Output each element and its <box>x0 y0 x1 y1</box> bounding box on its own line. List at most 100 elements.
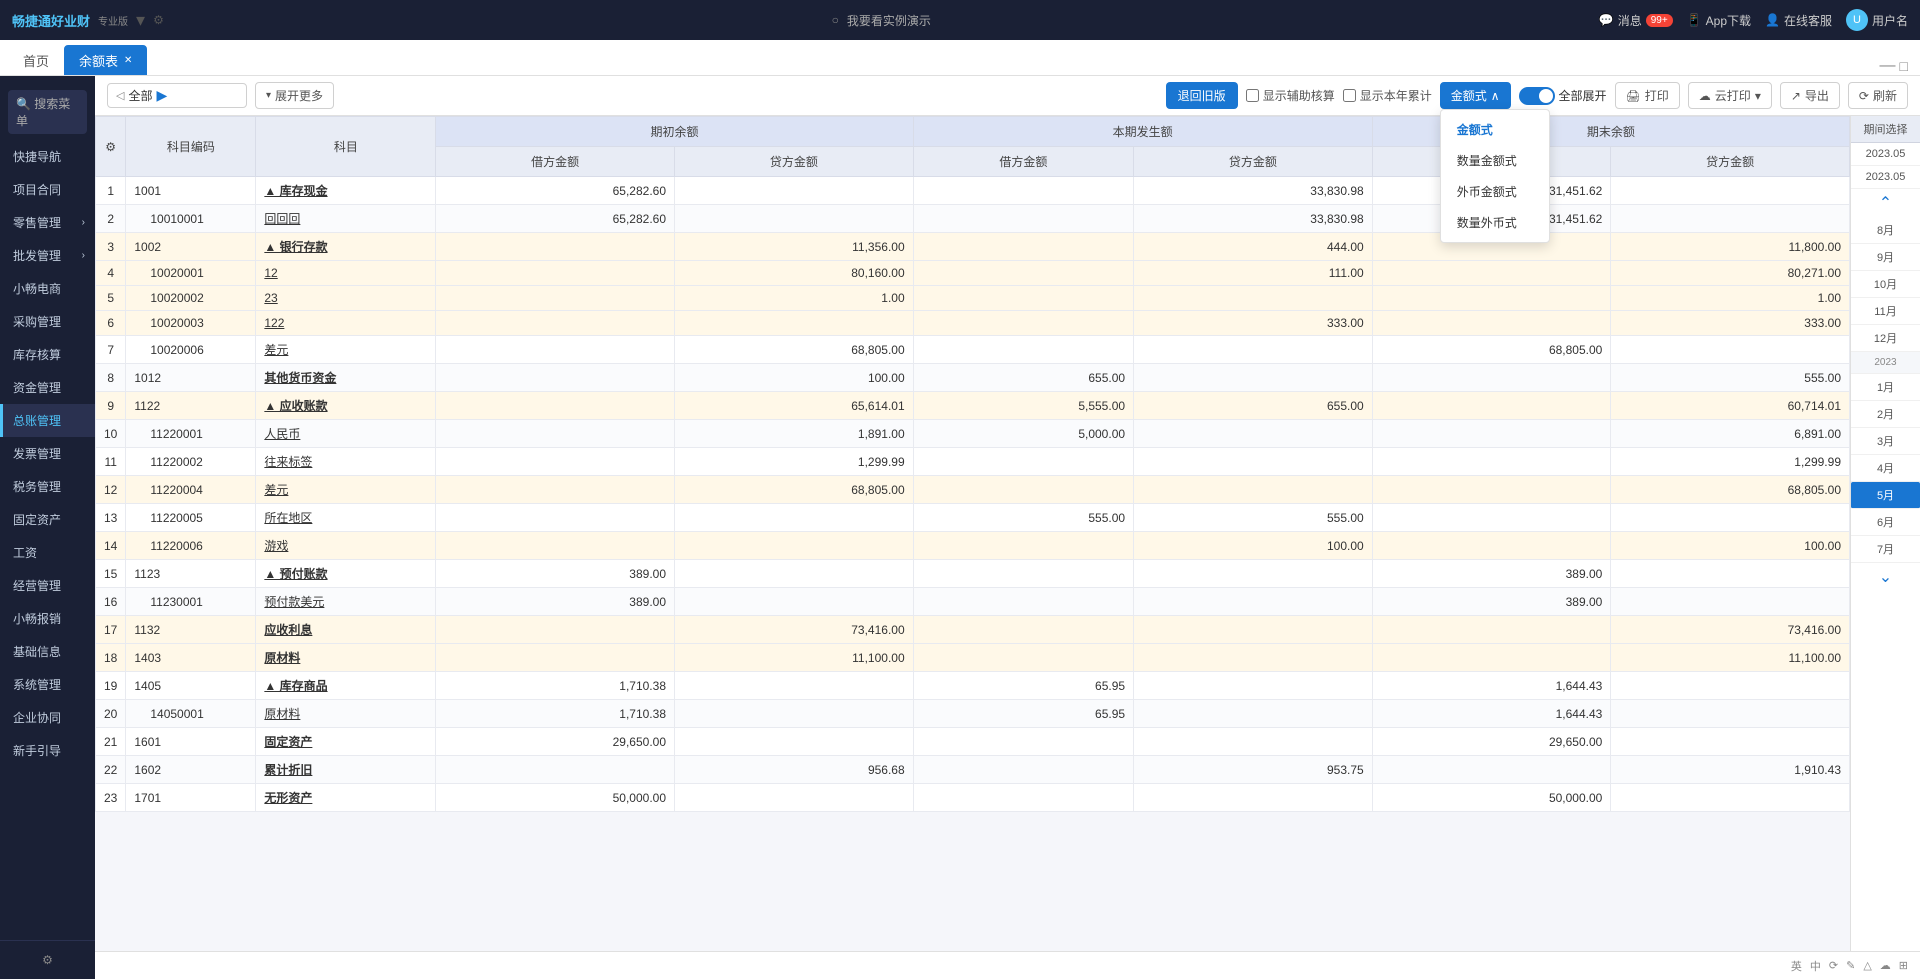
sidebar-item-operations[interactable]: 经营管理 <box>0 569 95 602</box>
row-opening-debit <box>436 504 675 532</box>
user-avatar-btn[interactable]: U 用户名 <box>1846 9 1908 31</box>
sidebar-item-wholesale[interactable]: 批发管理 › <box>0 239 95 272</box>
period-item-9[interactable]: 9月 <box>1851 244 1920 271</box>
status-triangle-icon[interactable]: △ <box>1863 959 1871 972</box>
period-item-2023-05-b[interactable]: 2023.05 <box>1851 166 1920 189</box>
period-item-11[interactable]: 11月 <box>1851 298 1920 325</box>
sidebar-item-xiaochang-ecom[interactable]: 小畅电商 <box>0 272 95 305</box>
expand-more-btn[interactable]: ▾ 展开更多 <box>255 82 334 109</box>
row-closing-debit <box>1372 392 1611 420</box>
search-menu[interactable]: 🔍 搜索菜单 <box>8 90 87 134</box>
sidebar-item-purchase[interactable]: 采购管理 <box>0 305 95 338</box>
status-refresh-icon[interactable]: ⟳ <box>1829 959 1838 972</box>
chevron-down-icon[interactable]: ▾ <box>136 10 145 31</box>
window-minimize-icon[interactable]: — <box>1880 57 1896 75</box>
cloud-print-btn[interactable]: ☁ 云打印 ▾ <box>1688 82 1772 109</box>
app-download-btn[interactable]: 📱 App下载 <box>1687 12 1751 29</box>
row-name[interactable]: 其他货币资金 <box>256 364 436 392</box>
period-item-8[interactable]: 8月 <box>1851 217 1920 244</box>
sidebar-item-quick-nav[interactable]: 快捷导航 <box>0 140 95 173</box>
expand-down-icon[interactable]: ⌄ <box>1851 563 1920 591</box>
auxiliary-checkbox-input[interactable] <box>1246 89 1259 102</box>
row-name[interactable]: ▲ 应收账款 <box>256 392 436 420</box>
status-grid-icon[interactable]: ⊞ <box>1899 959 1908 972</box>
amount-mode-btn[interactable]: 金额式 ∧ <box>1440 82 1511 109</box>
dropdown-item-shuliang-jine[interactable]: 数量金额式 <box>1441 145 1549 176</box>
window-maximize-icon[interactable]: □ <box>1900 58 1908 74</box>
current-debit-header: 借方金额 <box>913 147 1133 177</box>
tab-home[interactable]: 首页 <box>8 45 64 75</box>
sidebar-item-xiaochang-sales[interactable]: 小畅报销 <box>0 602 95 635</box>
row-name[interactable]: 无形资产 <box>256 784 436 812</box>
search-right-icon[interactable]: ▶ <box>156 87 167 104</box>
tab-home-label: 首页 <box>23 51 49 70</box>
sidebar-item-label: 税务管理 <box>13 478 61 495</box>
row-name[interactable]: 固定资产 <box>256 728 436 756</box>
export-btn[interactable]: ↗ 导出 <box>1780 82 1840 109</box>
sidebar-item-wages[interactable]: 工资 <box>0 536 95 569</box>
sidebar-item-tax[interactable]: 税务管理 <box>0 470 95 503</box>
sidebar-item-retail[interactable]: 零售管理 › <box>0 206 95 239</box>
row-name[interactable]: ▲ 库存商品 <box>256 672 436 700</box>
period-item-5[interactable]: 5月 <box>1851 482 1920 509</box>
refresh-btn[interactable]: ⟳ 刷新 <box>1848 82 1908 109</box>
year-total-checkbox-input[interactable] <box>1343 89 1356 102</box>
expand-up-icon[interactable]: ⌃ <box>1851 189 1920 217</box>
period-item-3[interactable]: 3月 <box>1851 428 1920 455</box>
demo-link[interactable]: 我要看实例演示 <box>847 12 931 29</box>
sidebar-item-basic-info[interactable]: 基础信息 <box>0 635 95 668</box>
row-name[interactable]: ▲ 银行存款 <box>256 233 436 261</box>
online-service-btn[interactable]: 👤 在线客服 <box>1765 12 1832 29</box>
status-cloud-icon[interactable]: ☁ <box>1880 959 1891 972</box>
period-item-6[interactable]: 6月 <box>1851 509 1920 536</box>
messages-btn[interactable]: 💬 消息 99+ <box>1599 12 1673 29</box>
dropdown-item-shuliang-waihui[interactable]: 数量外币式 <box>1441 207 1549 238</box>
period-item-1[interactable]: 1月 <box>1851 374 1920 401</box>
expand-all-toggle[interactable]: 全部展开 <box>1519 87 1607 105</box>
tab-close-icon[interactable]: ✕ <box>124 55 132 66</box>
row-name[interactable]: ▲ 预付账款 <box>256 560 436 588</box>
status-edit-icon[interactable]: ✎ <box>1846 959 1855 972</box>
sidebar-item-invoice[interactable]: 发票管理 <box>0 437 95 470</box>
sidebar-item-project-contract[interactable]: 项目合同 <box>0 173 95 206</box>
sidebar-item-capital[interactable]: 资金管理 <box>0 371 95 404</box>
row-opening-credit: 11,356.00 <box>675 233 914 261</box>
settings-icon[interactable]: ⚙ <box>153 13 164 27</box>
status-en-icon[interactable]: 英 <box>1791 958 1802 974</box>
show-auxiliary-checkbox[interactable]: 显示辅助核算 <box>1246 87 1335 104</box>
sidebar-item-enterprise[interactable]: 企业协同 <box>0 701 95 734</box>
table-settings-header[interactable]: ⚙ <box>96 117 126 177</box>
row-number: 11 <box>96 448 126 476</box>
row-name[interactable]: ▲ 库存现金 <box>256 177 436 205</box>
row-name[interactable]: 应收利息 <box>256 616 436 644</box>
status-cn-icon[interactable]: 中 <box>1810 958 1821 974</box>
period-item-4[interactable]: 4月 <box>1851 455 1920 482</box>
row-current-credit <box>1134 448 1373 476</box>
account-search[interactable]: ◁ 全部 ▶ <box>107 83 247 108</box>
sidebar-item-system[interactable]: 系统管理 <box>0 668 95 701</box>
period-item-12[interactable]: 12月 <box>1851 325 1920 352</box>
sidebar-settings-btn[interactable]: ⚙ <box>8 949 87 971</box>
show-year-total-checkbox[interactable]: 显示本年累计 <box>1343 87 1432 104</box>
sidebar-item-general-ledger[interactable]: 总账管理 <box>0 404 95 437</box>
sidebar-item-inventory[interactable]: 库存核算 <box>0 338 95 371</box>
period-item-7[interactable]: 7月 <box>1851 536 1920 563</box>
period-item-10[interactable]: 10月 <box>1851 271 1920 298</box>
table-row: 1011220001人民币1,891.005,000.006,891.00 <box>96 420 1850 448</box>
toggle-track[interactable] <box>1519 87 1555 105</box>
row-opening-debit: 29,650.00 <box>436 728 675 756</box>
dropdown-item-jine[interactable]: 金额式 <box>1441 114 1549 145</box>
row-number: 18 <box>96 644 126 672</box>
tab-balance[interactable]: 余额表 ✕ <box>64 45 147 75</box>
print-btn[interactable]: 🖨 打印 <box>1615 82 1680 109</box>
sidebar-item-guide[interactable]: 新手引导 <box>0 734 95 767</box>
row-name[interactable]: 累计折旧 <box>256 756 436 784</box>
return-old-btn[interactable]: 退回旧版 <box>1166 82 1238 109</box>
row-code: 1002 <box>126 233 256 261</box>
row-name[interactable]: 原材料 <box>256 644 436 672</box>
sidebar-item-fixed-assets[interactable]: 固定资产 <box>0 503 95 536</box>
row-number: 4 <box>96 261 126 286</box>
period-item-2023-05-a[interactable]: 2023.05 <box>1851 143 1920 166</box>
period-item-2[interactable]: 2月 <box>1851 401 1920 428</box>
dropdown-item-waihui-jine[interactable]: 外币金额式 <box>1441 176 1549 207</box>
